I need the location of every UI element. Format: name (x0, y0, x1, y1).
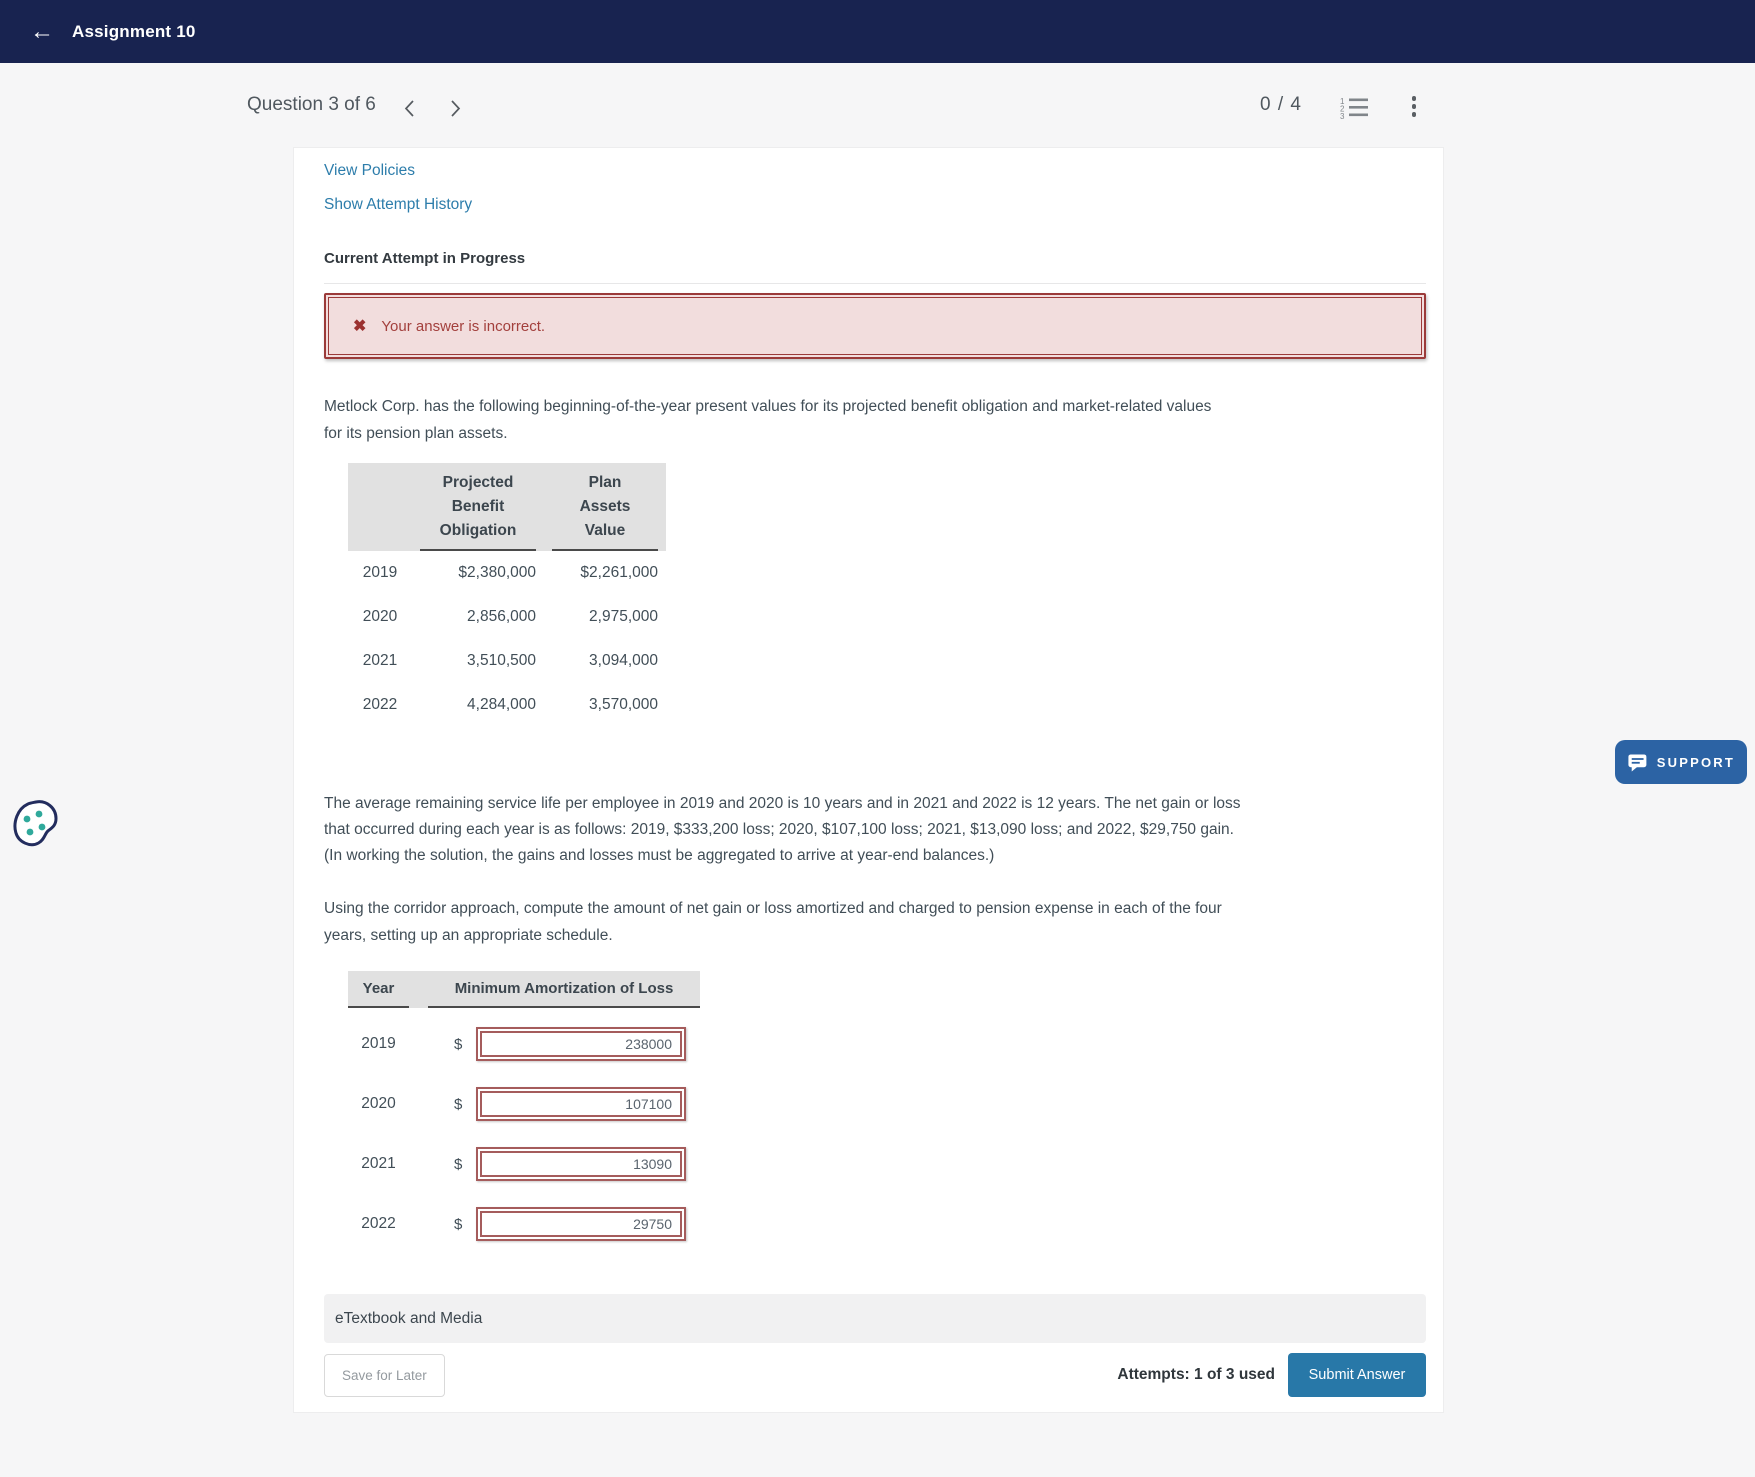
schedule-header-row: Year Minimum Amortization of Loss (348, 971, 700, 1008)
incorrect-answer-alert: ✖ Your answer is incorrect. (324, 293, 1426, 359)
chat-bubble-icon (1628, 753, 1647, 771)
amortization-input-wrapper (476, 1027, 686, 1061)
year-header-cell (348, 463, 412, 551)
schedule-rows: 2019 $ 2020 $ 2021 $ 2022 $ (348, 1014, 1426, 1254)
schedule-row-2020: 2020 $ (348, 1074, 1426, 1134)
task-line: Using the corridor approach, compute the… (324, 900, 1222, 917)
view-policies-link[interactable]: View Policies (324, 154, 415, 188)
schedule-year-label: 2022 (361, 1215, 396, 1232)
dollar-sign: $ (454, 1095, 463, 1113)
footer-right-group: Attempts: 1 of 3 used Submit Answer (1117, 1353, 1426, 1397)
pension-table-row: 2021 3,510,500 3,094,000 (362, 652, 658, 669)
question-header: Question 3 of 6 0 / 4 1 2 3 (0, 63, 1755, 147)
save-for-later-button[interactable]: Save for Later (324, 1353, 445, 1397)
amortization-input-2022[interactable] (480, 1211, 682, 1237)
next-question-button[interactable] (442, 96, 468, 120)
question-footer: Save for Later Attempts: 1 of 3 used Sub… (324, 1353, 1426, 1397)
etextbook-media-bar[interactable]: eTextbook and Media (324, 1294, 1426, 1343)
question-panel: View Policies Show Attempt History Curre… (293, 147, 1444, 1413)
support-label: SUPPORT (1656, 754, 1735, 770)
alert-inner-border: ✖ Your answer is incorrect. (328, 297, 1422, 355)
pension-table-row: 2019 $2,380,000 $2,261,000 (362, 564, 658, 581)
assignment-title: Assignment 10 (72, 21, 196, 41)
question-task-paragraph: Using the corridor approach, compute the… (324, 895, 1426, 949)
pbo-header-cell: Projected Benefit Obligation (412, 463, 544, 551)
pension-table-row: 2022 4,284,000 3,570,000 (362, 696, 658, 713)
pension-values-table: Projected Benefit Obligation Plan Assets… (348, 463, 666, 727)
schedule-year-label: 2021 (361, 1155, 396, 1172)
plan-assets-header-cell: Plan Assets Value (544, 463, 666, 551)
pension-table-row: 2020 2,856,000 2,975,000 (362, 608, 658, 625)
chevron-right-icon (450, 99, 460, 117)
amortization-input-2019[interactable] (480, 1031, 682, 1057)
dollar-sign: $ (454, 1155, 463, 1173)
more-options-icon[interactable] (1410, 96, 1418, 117)
pension-table-header-row: Projected Benefit Obligation Plan Assets… (348, 463, 666, 551)
amortization-input-2020[interactable] (480, 1091, 682, 1117)
amortization-input-wrapper (476, 1087, 686, 1121)
schedule-year-header: Year (348, 971, 409, 1008)
top-navigation-bar: ← Assignment 10 (0, 0, 1755, 63)
schedule-row-2021: 2021 $ (348, 1134, 1426, 1194)
back-arrow-icon[interactable]: ← (30, 19, 54, 44)
question-score: 0 / 4 (1260, 94, 1302, 115)
amortization-input-wrapper (476, 1147, 686, 1181)
section-divider (324, 283, 1426, 284)
submit-answer-button[interactable]: Submit Answer (1288, 1353, 1426, 1397)
intro-line: for its pension plan assets. (324, 425, 508, 442)
amortization-input-wrapper (476, 1207, 686, 1241)
dollar-sign: $ (454, 1035, 463, 1053)
question-body-paragraph: The average remaining service life per e… (324, 791, 1426, 869)
previous-question-button[interactable] (396, 96, 422, 120)
question-intro-paragraph: Metlock Corp. has the following beginnin… (324, 393, 1426, 447)
schedule-year-label: 2020 (361, 1095, 396, 1112)
etextbook-media-label: eTextbook and Media (335, 1309, 483, 1327)
schedule-amortization-header: Minimum Amortization of Loss (428, 971, 700, 1008)
attempts-counter: Attempts: 1 of 3 used (1117, 1366, 1275, 1383)
task-line: years, setting up an appropriate schedul… (324, 927, 613, 944)
amortization-input-2021[interactable] (480, 1151, 682, 1177)
question-position-label: Question 3 of 6 (247, 94, 376, 115)
schedule-header-gap (409, 971, 428, 1008)
schedule-year-label: 2019 (361, 1035, 396, 1052)
support-button[interactable]: SUPPORT (1615, 740, 1747, 784)
schedule-row-2022: 2022 $ (348, 1194, 1426, 1254)
body-line: (In working the solution, the gains and … (324, 847, 995, 864)
svg-text:3: 3 (1340, 112, 1345, 119)
intro-line: Metlock Corp. has the following beginnin… (324, 398, 1212, 415)
x-mark-icon: ✖ (353, 318, 367, 335)
body-line: that occurred during each year is as fol… (324, 821, 1234, 838)
chevron-left-icon (404, 99, 414, 117)
alert-message: Your answer is incorrect. (381, 317, 546, 335)
widget-launcher-icon[interactable] (11, 799, 61, 851)
current-attempt-heading: Current Attempt in Progress (324, 250, 526, 267)
body-line: The average remaining service life per e… (324, 795, 1241, 812)
dollar-sign: $ (454, 1215, 463, 1233)
question-list-icon[interactable]: 1 2 3 (1340, 96, 1368, 124)
schedule-row-2019: 2019 $ (348, 1014, 1426, 1074)
show-attempt-history-link[interactable]: Show Attempt History (324, 188, 472, 222)
